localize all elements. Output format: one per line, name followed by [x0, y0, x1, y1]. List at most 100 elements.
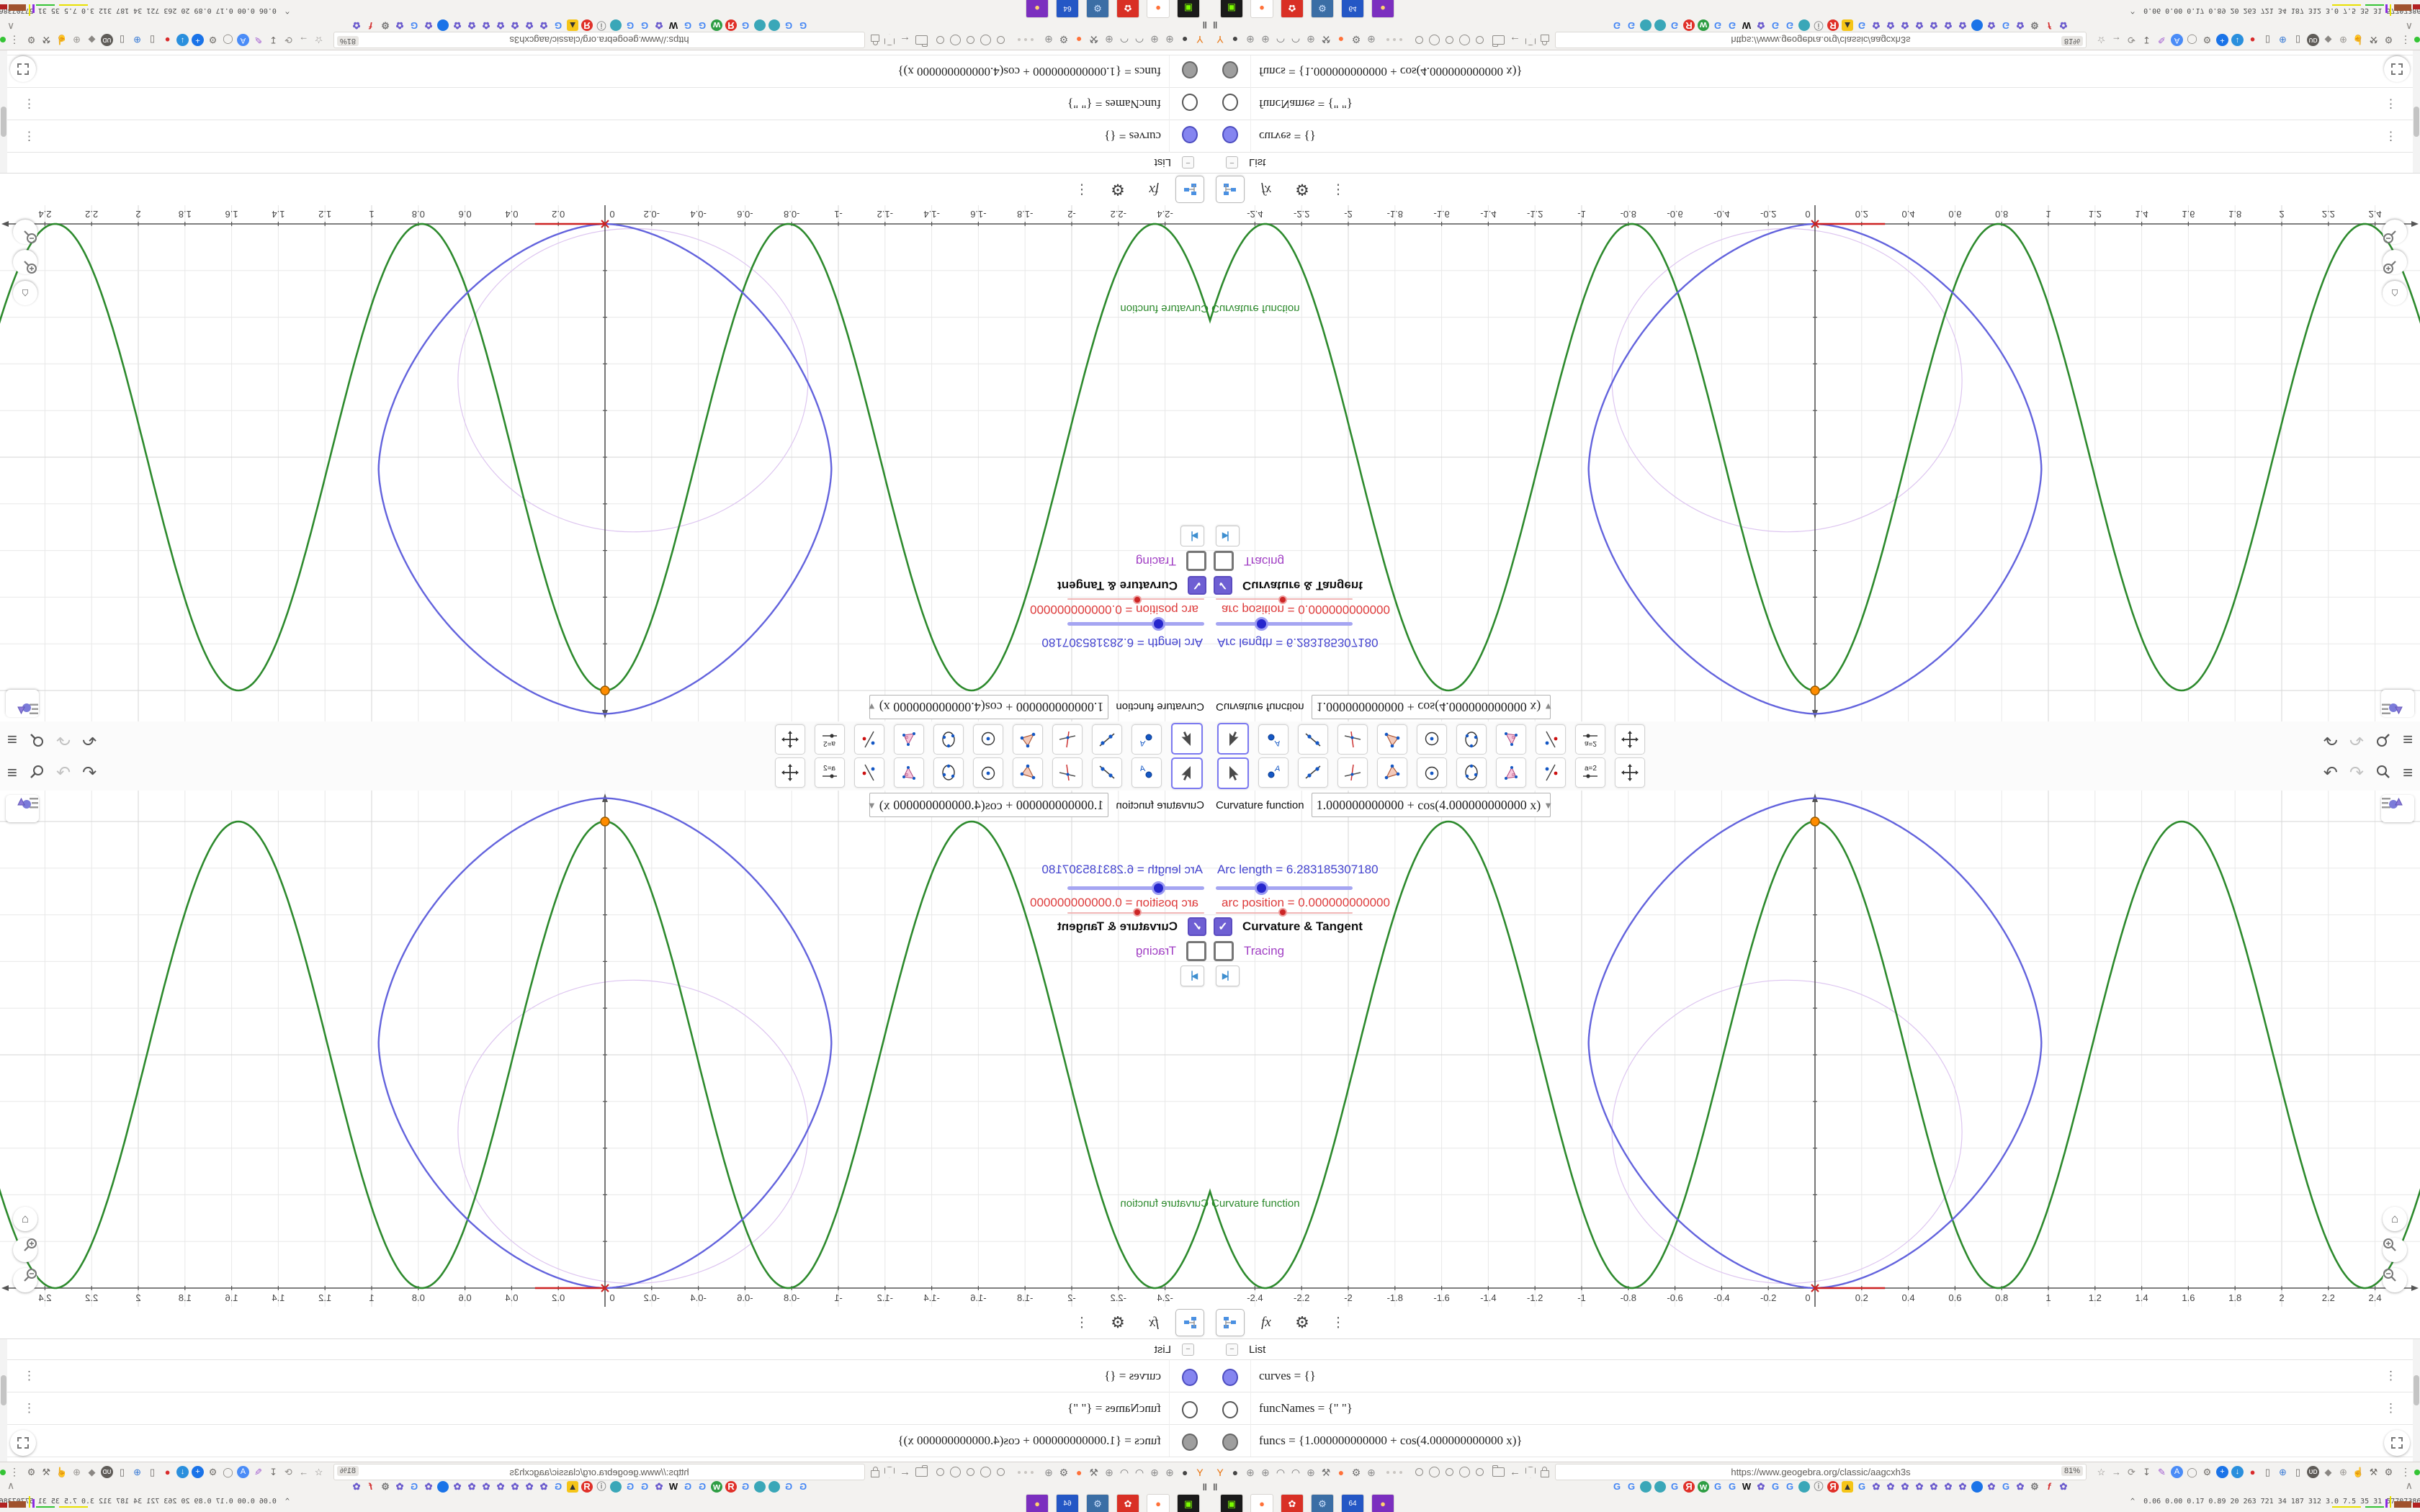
tab-favicon-google[interactable]: G — [1626, 1481, 1637, 1493]
tab-favicon-geogebra[interactable]: ✿ — [495, 19, 506, 31]
tab-favicon-geogebra[interactable]: ✿ — [1942, 1481, 1954, 1493]
tab-favicon-geogebra[interactable]: ✿ — [1914, 1481, 1925, 1493]
kebab-menu-icon[interactable]: ⋮ — [2401, 1466, 2411, 1478]
kebab-menu-icon[interactable]: ⋮ — [2385, 130, 2397, 144]
tab-favicon-google[interactable]: G — [783, 1481, 794, 1493]
star-icon[interactable]: ☆ — [313, 34, 325, 46]
tool-polygon-button[interactable] — [1013, 757, 1043, 788]
shield-icon[interactable] — [1525, 1466, 1536, 1478]
tab-favicon-sphere[interactable] — [610, 1481, 622, 1493]
tool-circle-button[interactable] — [1417, 724, 1447, 755]
globe-icon[interactable]: ⊕ — [1163, 1466, 1176, 1479]
toolbar-circles[interactable] — [1415, 35, 1484, 45]
tree-view-button[interactable] — [1216, 1309, 1245, 1336]
tab-favicon-geogebra[interactable]: ✿ — [2015, 1481, 2026, 1493]
gear-icon[interactable]: ⚙ — [2201, 1466, 2213, 1478]
tool-pan-button[interactable] — [1615, 724, 1645, 755]
taskbar-terminal-icon[interactable]: ▣ — [1220, 1494, 1243, 1512]
tool-slider-button[interactable]: a=2 — [815, 724, 845, 755]
formula-input[interactable]: 1.000000000000 + cos(4.000000000000 x) ▼ — [867, 695, 1109, 719]
algebra-row[interactable]: curves = {} ⋮ — [0, 1359, 1210, 1392]
scrollbar[interactable] — [0, 1339, 7, 1462]
zoom-in-button[interactable] — [13, 250, 37, 274]
tool-move-button[interactable] — [1171, 757, 1203, 789]
tab-favicon-geogebra[interactable]: ✿ — [1986, 19, 1997, 31]
star-icon[interactable]: ☆ — [2095, 1466, 2107, 1478]
tab-favicon-geogebra[interactable]: ✿ — [509, 1481, 521, 1493]
tool-circle-button[interactable] — [973, 724, 1003, 755]
fullscreen-button[interactable] — [10, 1430, 36, 1456]
pen-icon[interactable]: ✎ — [252, 34, 264, 46]
tab-favicon-geogebra[interactable]: ✿ — [653, 19, 665, 31]
add-circle-icon[interactable]: + — [192, 1466, 204, 1478]
redo-icon[interactable]: ↷ — [2349, 765, 2364, 782]
zoom-out-button[interactable] — [13, 220, 37, 244]
taskbar-terminal-icon[interactable]: ▣ — [1177, 0, 1200, 18]
zoom-in-button[interactable] — [2383, 1238, 2407, 1262]
tool-slider-button[interactable]: a=2 — [1575, 724, 1605, 755]
gear-icon[interactable]: ⚙ — [1057, 34, 1070, 47]
arc-icon[interactable]: ◠ — [1133, 1466, 1146, 1479]
balloon-icon[interactable]: Y — [1214, 1466, 1227, 1479]
red-dot-icon[interactable]: ● — [2246, 1466, 2259, 1478]
visibility-dot[interactable] — [1182, 61, 1198, 79]
tab-favicon-gear[interactable]: ⚙ — [2029, 19, 2040, 31]
algebra-row[interactable]: funcNames = {" "} ⋮ — [1210, 87, 2420, 120]
reload-icon[interactable]: ⟳ — [282, 1466, 295, 1478]
tool-point-button[interactable]: A — [1131, 724, 1162, 755]
tab-favicon-google[interactable]: G — [1712, 19, 1724, 31]
visibility-dot[interactable] — [1182, 94, 1198, 112]
tool-line-button[interactable] — [1092, 757, 1122, 788]
gear-icon[interactable]: ⚙ — [1057, 1466, 1070, 1479]
tool-polygon-button[interactable] — [1013, 724, 1043, 755]
tab-favicon-bluedot[interactable] — [437, 1481, 449, 1493]
tool-angle-button[interactable]: α — [894, 724, 924, 755]
wrench-icon[interactable]: ⚒ — [1088, 1466, 1101, 1479]
algebra-row[interactable]: funcNames = {" "} ⋮ — [1210, 1392, 2420, 1425]
folder-icon[interactable] — [915, 35, 928, 45]
balloon-icon[interactable]: Y — [1193, 34, 1206, 47]
tool-perpendicular-button[interactable] — [1052, 724, 1083, 755]
menu-icon[interactable]: ≡ — [7, 763, 17, 783]
chevron-down-icon[interactable]: ▼ — [867, 800, 879, 811]
tab-favicon-sphere[interactable] — [1640, 1481, 1652, 1493]
visibility-dot[interactable] — [1222, 1433, 1238, 1451]
tool-move-button[interactable] — [1171, 723, 1203, 755]
tab-favicon-geogebra[interactable]: ✿ — [1986, 1481, 1997, 1493]
tab-favicon-geogebra[interactable]: ✿ — [1928, 1481, 1940, 1493]
tab-favicon-google[interactable]: G — [1726, 19, 1738, 31]
gear-button[interactable]: ⚙ — [1288, 176, 1317, 203]
tool-angle-button[interactable]: α — [1496, 724, 1526, 755]
tab-favicon-geogebra[interactable]: ✿ — [1899, 1481, 1911, 1493]
tool-reflect-button[interactable] — [854, 724, 884, 755]
ud-badge-icon[interactable]: ᴜᴅ — [101, 1466, 113, 1478]
tool-perpendicular-button[interactable] — [1337, 724, 1368, 755]
search-icon[interactable] — [29, 729, 45, 749]
tab-favicon-geogebra[interactable]: ✿ — [2058, 19, 2069, 31]
add-circle-icon[interactable]: + — [192, 34, 204, 46]
tool-reflect-button[interactable] — [1536, 757, 1566, 788]
gear-button[interactable]: ⚙ — [1103, 1309, 1132, 1336]
firefox-icon[interactable]: ● — [1335, 1466, 1348, 1479]
tool-slider-button[interactable]: a=2 — [1575, 757, 1605, 788]
tab-favicon-sphere[interactable] — [1798, 1481, 1810, 1493]
tab-favicon-google[interactable]: G — [1856, 19, 1868, 31]
wrench-icon[interactable]: ⚒ — [40, 1466, 53, 1478]
tool-line-button[interactable] — [1092, 724, 1122, 755]
tab-favicon-geogebra[interactable]: ✿ — [394, 1481, 405, 1493]
visibility-dot[interactable] — [1222, 1368, 1238, 1386]
home-button[interactable]: ⌂ — [13, 281, 37, 305]
style-panel-button[interactable] — [6, 795, 39, 822]
tab-favicon-yandex[interactable]: Я — [1827, 19, 1839, 31]
ud-badge-icon[interactable]: ᴜᴅ — [101, 34, 113, 46]
tab-favicon-google[interactable]: G — [408, 19, 420, 31]
gear-icon[interactable]: ⚙ — [2201, 34, 2213, 46]
tab-favicon-frog[interactable]: w — [711, 19, 722, 31]
arc-icon[interactable]: ◠ — [1133, 34, 1146, 47]
kebab-menu-icon[interactable]: ⋮ — [1324, 176, 1353, 203]
kebab-menu-icon[interactable]: ⋮ — [2385, 1369, 2397, 1383]
gear-button[interactable]: ⚙ — [1103, 176, 1132, 203]
tab-favicon-geogebra[interactable]: ✿ — [1885, 19, 1896, 31]
tab-favicon-frog[interactable]: w — [1698, 19, 1709, 31]
algebra-row[interactable]: curves = {} ⋮ — [1210, 1359, 2420, 1392]
